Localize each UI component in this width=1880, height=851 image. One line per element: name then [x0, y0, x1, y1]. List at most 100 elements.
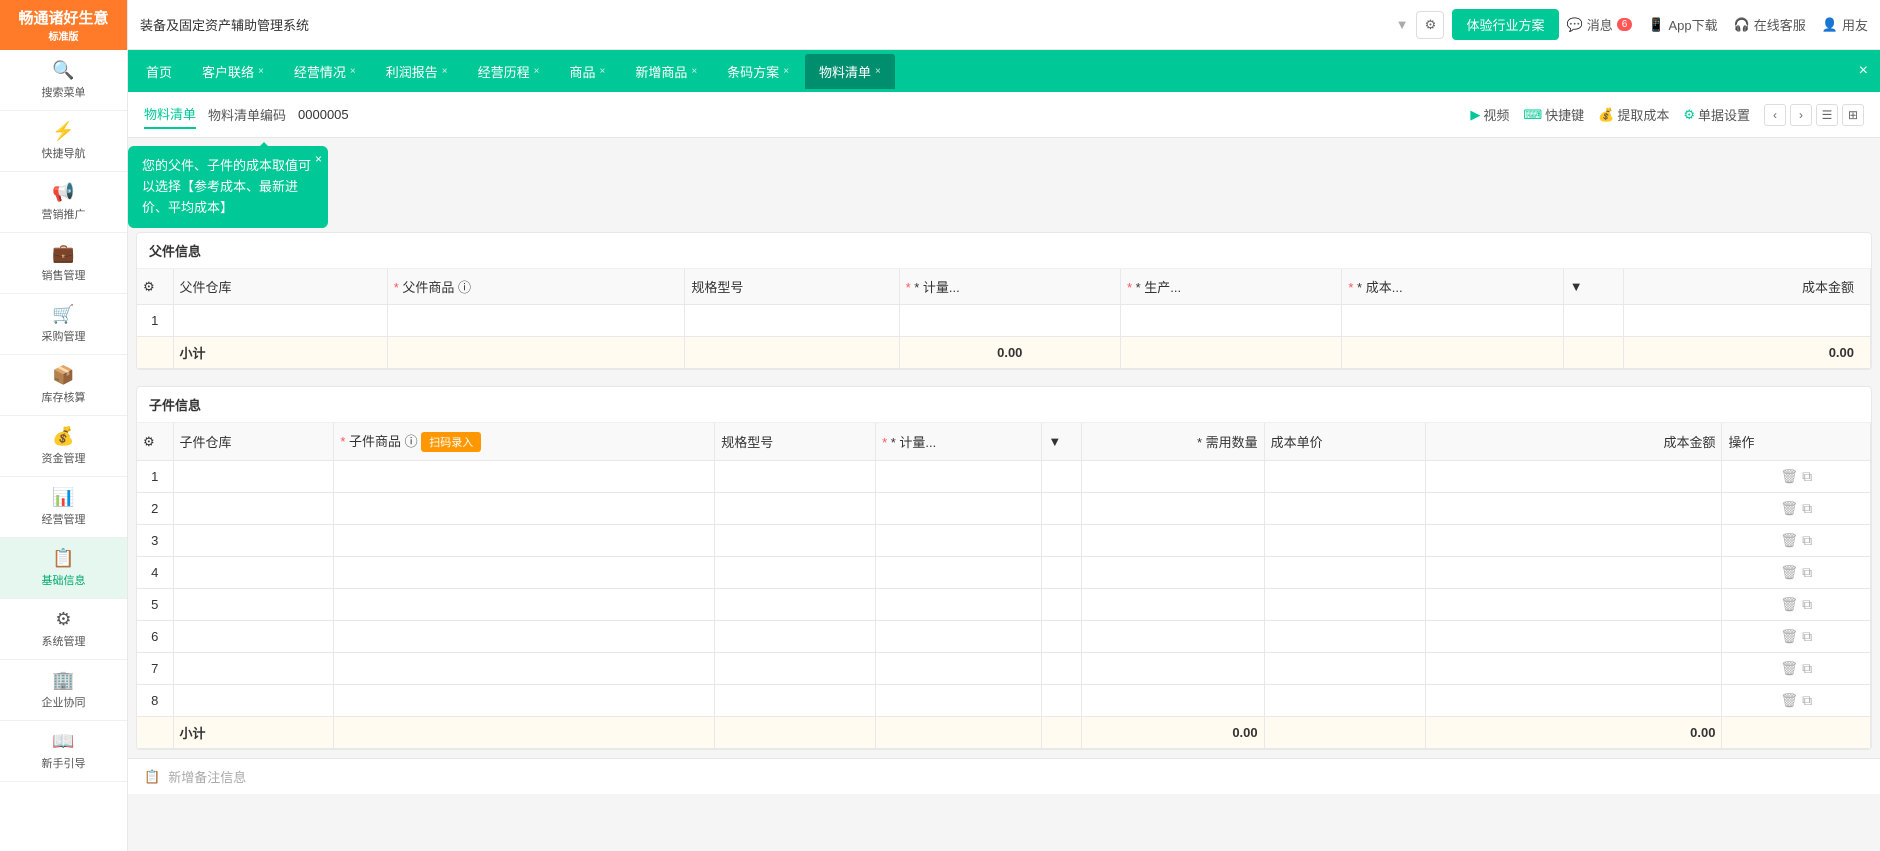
sidebar-item-operation[interactable]: 📊 经营管理 — [0, 477, 127, 538]
parent-production-cell[interactable] — [1120, 305, 1341, 337]
child-quantity-cell[interactable] — [1082, 557, 1264, 589]
sidebar-item-inventory[interactable]: 📦 库存核算 — [0, 355, 127, 416]
child-spec-cell[interactable] — [715, 557, 876, 589]
child-cost-amount-cell[interactable] — [1425, 685, 1722, 717]
sidebar-item-system[interactable]: ⚙ 系统管理 — [0, 599, 127, 660]
tab-close-icon[interactable]: × — [258, 66, 264, 77]
parent-unit-cell[interactable] — [899, 305, 1120, 337]
tab-bom[interactable]: 物料清单 × — [805, 54, 895, 89]
child-quantity-cell[interactable] — [1082, 525, 1264, 557]
trial-button[interactable]: 体验行业方案 — [1452, 9, 1558, 40]
child-warehouse-cell[interactable] — [173, 493, 334, 525]
tab-close-icon[interactable]: × — [691, 66, 697, 77]
sidebar-item-quick-nav[interactable]: ⚡ 快捷导航 — [0, 111, 127, 172]
delete-icon[interactable]: 🗑 — [1780, 500, 1798, 517]
child-goods-cell[interactable] — [334, 653, 715, 685]
child-cost-amount-cell[interactable] — [1425, 589, 1722, 621]
copy-icon[interactable]: ⧉ — [1802, 500, 1812, 517]
child-warehouse-cell[interactable] — [173, 653, 334, 685]
delete-icon[interactable]: 🗑 — [1780, 660, 1798, 677]
child-unit-cost-cell[interactable] — [1264, 557, 1425, 589]
delete-icon[interactable]: 🗑 — [1780, 468, 1798, 485]
child-unit-cost-cell[interactable] — [1264, 493, 1425, 525]
child-unit-cost-cell[interactable] — [1264, 653, 1425, 685]
child-warehouse-cell[interactable] — [173, 557, 334, 589]
online-service-button[interactable]: 🎧 在线客服 — [1734, 15, 1806, 34]
child-unit-cost-cell[interactable] — [1264, 525, 1425, 557]
child-spec-cell[interactable] — [715, 685, 876, 717]
parent-goods-cell[interactable] — [387, 305, 685, 337]
copy-icon[interactable]: ⧉ — [1802, 660, 1812, 677]
child-goods-cell[interactable] — [334, 621, 715, 653]
child-unit-cost-cell[interactable] — [1264, 589, 1425, 621]
child-cost-amount-cell[interactable] — [1425, 621, 1722, 653]
sidebar-item-guide[interactable]: 📖 新手引导 — [0, 721, 127, 782]
tab-close-icon[interactable]: × — [442, 66, 448, 77]
child-spec-cell[interactable] — [715, 461, 876, 493]
child-spec-cell[interactable] — [715, 621, 876, 653]
cost-action[interactable]: 💰 提取成本 — [1598, 105, 1669, 124]
child-unit-cell[interactable] — [876, 493, 1042, 525]
child-cost-amount-cell[interactable] — [1425, 653, 1722, 685]
sidebar-item-purchase[interactable]: 🛒 采购管理 — [0, 294, 127, 355]
parent-cost-cell[interactable] — [1342, 305, 1563, 337]
message-button[interactable]: 💬 消息 6 — [1567, 15, 1633, 34]
tab-close-icon[interactable]: × — [534, 66, 540, 77]
delete-icon[interactable]: 🗑 — [1780, 532, 1798, 549]
tab-goods[interactable]: 商品 × — [555, 54, 619, 89]
user-menu[interactable]: 👤 用友 — [1822, 15, 1868, 34]
child-cost-amount-cell[interactable] — [1425, 557, 1722, 589]
child-goods-cell[interactable] — [334, 557, 715, 589]
copy-icon[interactable]: ⧉ — [1802, 692, 1812, 709]
child-unit-cost-cell[interactable] — [1264, 685, 1425, 717]
parent-cost-amount-cell[interactable] — [1623, 305, 1870, 337]
child-spec-cell[interactable] — [715, 653, 876, 685]
sub-tab-bom-code[interactable]: 物料清单编码 — [208, 101, 286, 128]
settings-button[interactable]: ⚙ — [1416, 11, 1444, 39]
child-goods-cell[interactable] — [334, 525, 715, 557]
app-download-button[interactable]: 📱 App下载 — [1648, 15, 1717, 34]
tab-close-icon[interactable]: × — [783, 66, 789, 77]
tab-barcode[interactable]: 条码方案 × — [713, 54, 803, 89]
child-quantity-cell[interactable] — [1082, 589, 1264, 621]
tab-close-icon[interactable]: × — [350, 66, 356, 77]
child-goods-cell[interactable] — [334, 685, 715, 717]
sidebar-item-marketing[interactable]: 📢 营销推广 — [0, 172, 127, 233]
child-cost-amount-cell[interactable] — [1425, 461, 1722, 493]
child-spec-cell[interactable] — [715, 589, 876, 621]
child-unit-cell[interactable] — [876, 589, 1042, 621]
tab-profit[interactable]: 利润报告 × — [372, 54, 462, 89]
shortcut-action[interactable]: ⌨ 快捷键 — [1523, 105, 1584, 124]
sidebar-item-basic-info[interactable]: 📋 基础信息 — [0, 538, 127, 599]
delete-icon[interactable]: 🗑 — [1780, 564, 1798, 581]
child-warehouse-cell[interactable] — [173, 461, 334, 493]
child-cost-amount-cell[interactable] — [1425, 493, 1722, 525]
child-goods-cell[interactable] — [334, 461, 715, 493]
doc-settings-action[interactable]: ⚙ 单据设置 — [1683, 105, 1750, 124]
sidebar-item-enterprise[interactable]: 🏢 企业协同 — [0, 660, 127, 721]
note-hint-text[interactable]: 新增备注信息 — [168, 767, 246, 786]
child-warehouse-cell[interactable] — [173, 621, 334, 653]
child-unit-cell[interactable] — [876, 557, 1042, 589]
nav-prev-button[interactable]: ‹ — [1764, 104, 1786, 126]
sidebar-item-finance[interactable]: 💰 资金管理 — [0, 416, 127, 477]
view-action[interactable]: ▶ 视频 — [1470, 105, 1509, 124]
sidebar-item-search[interactable]: 🔍 搜索菜单 — [0, 50, 127, 111]
tab-close-icon[interactable]: × — [599, 66, 605, 77]
child-quantity-cell[interactable] — [1082, 493, 1264, 525]
child-warehouse-cell[interactable] — [173, 525, 334, 557]
col-settings[interactable]: ⚙ — [137, 269, 173, 305]
copy-icon[interactable]: ⧉ — [1802, 596, 1812, 613]
copy-icon[interactable]: ⧉ — [1802, 564, 1812, 581]
tab-home[interactable]: 首页 — [132, 54, 186, 89]
tab-history[interactable]: 经营历程 × — [464, 54, 554, 89]
child-unit-cell[interactable] — [876, 685, 1042, 717]
child-spec-cell[interactable] — [715, 525, 876, 557]
delete-icon[interactable]: 🗑 — [1780, 692, 1798, 709]
child-quantity-cell[interactable] — [1082, 621, 1264, 653]
sidebar-item-sales[interactable]: 💼 销售管理 — [0, 233, 127, 294]
child-cost-amount-cell[interactable] — [1425, 525, 1722, 557]
child-spec-cell[interactable] — [715, 493, 876, 525]
sub-tab-bom-list[interactable]: 物料清单 — [144, 100, 196, 129]
parent-spec-cell[interactable] — [685, 305, 899, 337]
